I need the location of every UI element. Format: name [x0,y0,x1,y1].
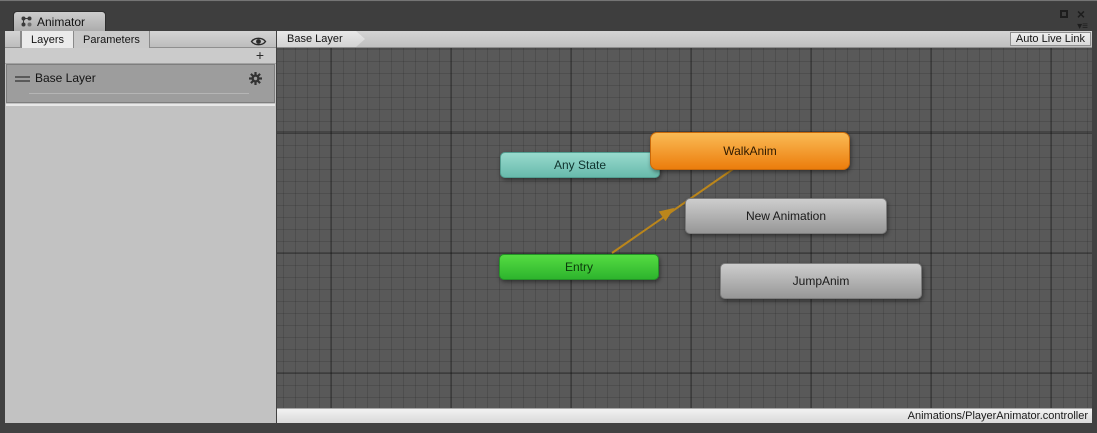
animator-tab[interactable]: Animator [13,11,106,31]
auto-live-link-button[interactable]: Auto Live Link [1009,32,1091,46]
tab-spacer [5,31,21,47]
tab-parameters[interactable]: Parameters [74,31,150,48]
animator-window: Animator × ▾≡ Layers Parameters + Base L… [0,0,1097,433]
state-node-jumpanim[interactable]: JumpAnim [720,263,922,299]
controller-path: Animations/PlayerAnimator.controller [907,410,1088,422]
gear-icon[interactable] [248,71,263,91]
layers-parameters-tabs: Layers Parameters [5,31,276,48]
layer-add-row: + [5,48,276,64]
animator-icon [20,15,33,28]
state-machine-area: Base Layer Auto Live Link Any State Walk… [277,31,1092,423]
state-node-new-animation[interactable]: New Animation [685,198,887,234]
maximize-icon[interactable] [1059,10,1068,18]
add-layer-button[interactable]: + [256,48,264,63]
layers-panel: Layers Parameters + Base Layer [5,31,276,423]
state-machine-canvas[interactable]: Any State WalkAnim New Animation Entry J… [277,48,1092,409]
window-title: Animator [37,14,86,29]
state-node-walkanim[interactable]: WalkAnim [650,132,850,170]
layer-name: Base Layer [35,71,96,85]
layer-item-base-layer[interactable]: Base Layer [6,64,275,103]
close-icon[interactable]: × [1077,7,1085,21]
layer-weight-slider[interactable] [29,93,249,94]
breadcrumb[interactable]: Base Layer [277,31,365,47]
layer-list-divider [6,104,275,106]
titlebar: Animator × ▾≡ [0,2,1097,32]
graph-toolbar: Base Layer Auto Live Link [277,31,1092,48]
state-node-any-state[interactable]: Any State [500,152,660,178]
drag-handle-icon[interactable] [15,76,30,82]
status-bar: Animations/PlayerAnimator.controller [277,408,1092,423]
state-node-entry[interactable]: Entry [499,254,659,280]
tab-layers[interactable]: Layers [21,31,75,48]
